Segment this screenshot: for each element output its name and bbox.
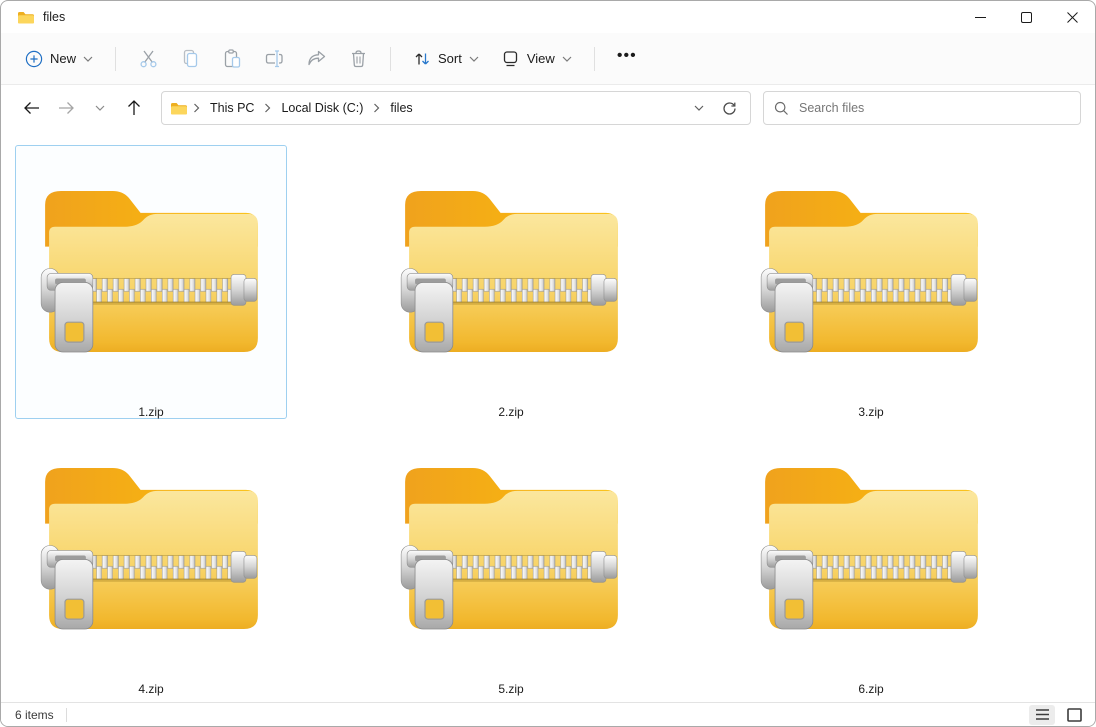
breadcrumb-item-this-pc[interactable]: This PC [203,98,261,118]
minimize-button[interactable] [957,1,1003,33]
share-button[interactable] [296,41,336,77]
large-thumbnails-view-button[interactable] [1061,705,1087,725]
back-button[interactable] [15,92,49,124]
details-view-button[interactable] [1029,705,1055,725]
delete-button[interactable] [338,41,378,77]
search-box[interactable] [763,91,1081,125]
breadcrumb-chevron-icon [192,103,201,113]
file-tile[interactable]: 5.zip [375,422,647,696]
zipped-folder-icon [759,183,984,358]
address-row: This PC Local Disk (C:) files [1,85,1095,131]
magnifier-icon [774,101,789,116]
file-explorer-window: files New [0,0,1096,727]
zipped-folder-icon [399,183,624,358]
share-icon [306,48,327,69]
title-bar: files [1,1,1095,33]
rename-button[interactable] [254,41,294,77]
file-tile[interactable]: 6.zip [735,422,1007,696]
breadcrumb-chevron-icon [263,103,272,113]
sort-button[interactable]: Sort [403,41,489,77]
sort-arrows-icon [413,50,431,68]
cut-button[interactable] [128,41,168,77]
file-label: 2.zip [498,405,523,419]
search-input[interactable] [799,101,1070,115]
zipped-folder-icon [399,460,624,635]
file-tile[interactable]: 4.zip [15,422,287,696]
rename-icon [263,48,285,69]
breadcrumb-item-local-disk[interactable]: Local Disk (C:) [274,98,370,118]
refresh-button[interactable] [716,95,742,121]
zipped-folder-icon [39,460,264,635]
new-button-label: New [50,51,76,66]
status-separator [66,708,67,722]
file-label: 4.zip [138,682,163,696]
forward-button[interactable] [49,92,83,124]
window-title: files [43,10,65,24]
new-button[interactable]: New [15,41,103,77]
copy-button[interactable] [170,41,210,77]
toolbar-separator [390,47,391,71]
address-bar[interactable]: This PC Local Disk (C:) files [161,91,751,125]
close-button[interactable] [1049,1,1095,33]
copy-icon [180,48,201,69]
breadcrumb-item-files[interactable]: files [383,98,419,118]
plus-circle-icon [25,50,43,68]
command-bar: New [1,33,1095,85]
cut-icon [138,48,159,69]
toolbar-separator [594,47,595,71]
file-list-area[interactable]: 1.zip 2.zip 3.zip 4.zip 5.zip 6.zip [1,131,1095,702]
up-button[interactable] [117,92,151,124]
file-label: 5.zip [498,682,523,696]
file-label: 6.zip [858,682,883,696]
folder-icon [170,100,188,117]
folder-icon [17,9,35,26]
chevron-down-icon [469,56,479,62]
recent-locations-chevron[interactable] [83,92,117,124]
more-ellipsis-icon: ••• [617,51,637,67]
address-dropdown-chevron[interactable] [686,95,712,121]
view-button[interactable]: View [491,41,582,77]
file-tile[interactable]: 2.zip [375,145,647,419]
file-grid: 1.zip 2.zip 3.zip 4.zip 5.zip 6.zip [15,145,1095,696]
see-more-button[interactable]: ••• [607,41,647,77]
delete-icon [348,48,369,69]
file-label: 3.zip [858,405,883,419]
file-label: 1.zip [138,405,163,419]
paste-icon [222,48,243,69]
zipped-folder-icon [39,183,264,358]
sort-button-label: Sort [438,51,462,66]
zipped-folder-icon [759,460,984,635]
status-bar: 6 items [1,702,1095,726]
breadcrumb: This PC Local Disk (C:) files [192,98,686,118]
file-tile[interactable]: 3.zip [735,145,1007,419]
chevron-down-icon [562,56,572,62]
view-box-icon [501,49,520,68]
paste-button[interactable] [212,41,252,77]
file-tile[interactable]: 1.zip [15,145,287,419]
breadcrumb-chevron-icon [372,103,381,113]
toolbar-separator [115,47,116,71]
item-count: 6 items [15,708,54,722]
maximize-button[interactable] [1003,1,1049,33]
view-button-label: View [527,51,555,66]
chevron-down-icon [83,56,93,62]
